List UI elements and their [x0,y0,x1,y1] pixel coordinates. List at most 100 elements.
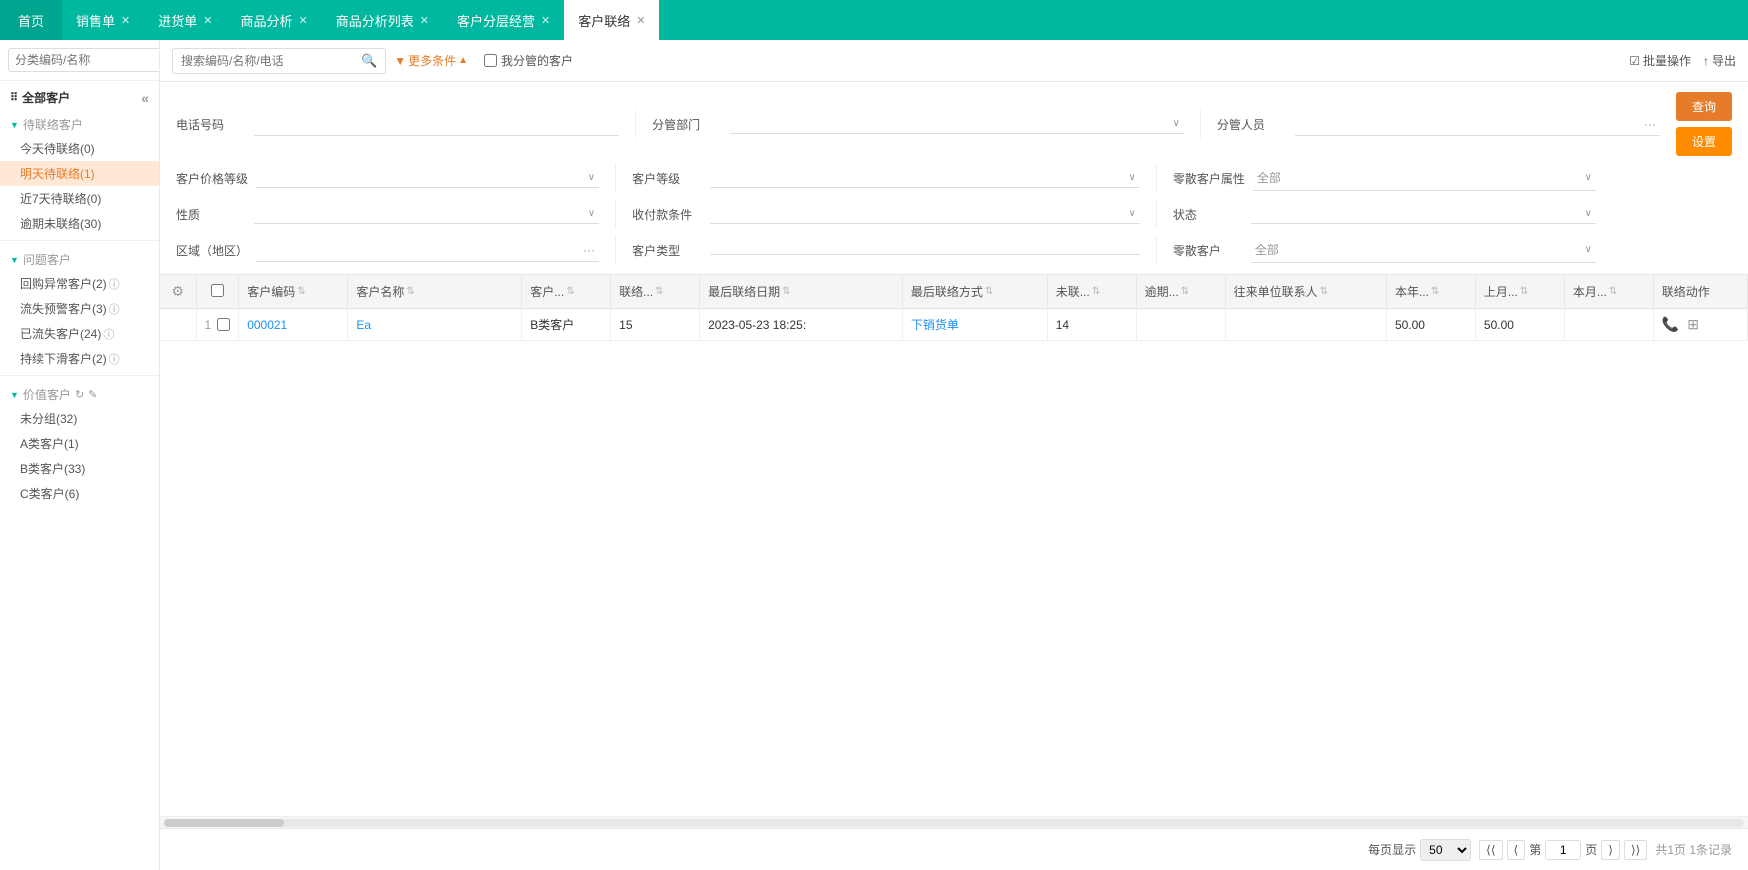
prev-page-btn[interactable]: ⟨ [1507,840,1526,860]
sidebar-item-churned[interactable]: 已流失客户(24) ⓘ [0,321,159,346]
sidebar-item-class-c[interactable]: C类客户(6) [0,481,159,506]
next-page-btn[interactable]: ⟩ [1601,840,1620,860]
chevron-down-icon-5: ∨ [588,208,595,219]
chevron-up-icon: ▲ [458,55,468,66]
batch-ops-btn[interactable]: ☑ 批量操作 [1629,52,1691,69]
col-name[interactable]: 客户名称 ⇅ [348,275,522,309]
status-select[interactable]: ∨ [1251,204,1596,224]
search-icon[interactable]: 🔍 [361,53,377,69]
col-this-year[interactable]: 本年... ⇅ [1386,275,1475,309]
filter-customer-price: 客户价格等级 ∨ [176,168,599,188]
last-method-link[interactable]: 下销货单 [911,318,959,332]
collapse-icon[interactable]: « [141,90,149,106]
filter-divider-8 [1156,236,1157,264]
sidebar-item-7day-pending[interactable]: 近7天待联络(0) [0,186,159,211]
scrollbar-track [164,819,1744,827]
table-row: 1 000021 Ea B类客户 [160,309,1748,341]
customer-price-select[interactable]: ∨ [256,168,599,188]
gender-select[interactable]: ∨ [254,204,599,224]
retail-customer-select[interactable]: 全部 ∨ [1251,237,1596,263]
sort-icon-year: ⇅ [1431,286,1439,297]
row-checkbox[interactable] [217,318,230,331]
payment-select[interactable]: ∨ [710,204,1140,224]
scrollbar-thumb[interactable] [164,819,284,827]
manager-select[interactable]: ··· [1295,113,1660,136]
filter-retail-customer: 零散客户 全部 ∨ [1173,237,1596,263]
customer-name-link[interactable]: Ea [356,318,371,332]
close-icon[interactable]: ✕ [420,14,429,27]
filter-gender: 性质 ∨ [176,204,599,224]
more-icon[interactable]: ··· [1644,117,1656,131]
close-icon[interactable]: ✕ [299,14,308,27]
customer-type-select[interactable] [710,246,1140,255]
col-contact-person[interactable]: 往来单位联系人 ⇅ [1225,275,1386,309]
row-overdue-cell [1136,309,1225,341]
sidebar-item-declining[interactable]: 持续下滑客户(2) ⓘ [0,346,159,371]
area-select[interactable]: ··· [256,239,599,262]
phone-input[interactable] [254,113,619,136]
retail-attr-select[interactable]: 全部 ∨ [1253,165,1596,191]
row-name-cell: Ea [348,309,522,341]
sidebar-search-input[interactable] [8,48,160,72]
edit-icon[interactable]: ✎ [88,388,97,401]
page-input[interactable] [1545,840,1581,860]
qr-action-icon[interactable]: ⊞ [1687,316,1699,333]
sidebar-item-churn-warning[interactable]: 流失预警客户(3) ⓘ [0,296,159,321]
col-no-contact[interactable]: 未联... ⇅ [1047,275,1136,309]
last-page-btn[interactable]: ⟩⟩ [1624,840,1647,860]
nav-sales-order[interactable]: 销售单 ✕ [62,0,144,40]
close-icon[interactable]: ✕ [203,14,212,27]
row-index-cell: 1 [196,309,239,341]
query-btn[interactable]: 查询 [1676,92,1732,121]
total-info: 共1页 1条记录 [1655,841,1732,858]
col-this-month[interactable]: 本月... ⇅ [1564,275,1653,309]
col-type[interactable]: 客户... ⇅ [522,275,611,309]
close-icon[interactable]: ✕ [636,14,645,27]
nav-purchase-order[interactable]: 进货单 ✕ [144,0,226,40]
sidebar-item-overdue-pending[interactable]: 逾期未联络(30) [0,211,159,236]
nav-product-analysis[interactable]: 商品分析 ✕ [226,0,321,40]
refresh-icon[interactable]: ↻ [75,388,84,401]
customer-level-select[interactable]: ∨ [710,168,1140,188]
close-icon[interactable]: ✕ [121,14,130,27]
dept-select[interactable]: ∨ [730,114,1184,134]
nav-customer-tier[interactable]: 客户分层经营 ✕ [443,0,564,40]
sidebar-item-class-b[interactable]: B类客户(33) [0,456,159,481]
manager-label: 分管人员 [1217,116,1287,133]
nav-customer-contact[interactable]: 客户联络 ✕ [564,0,659,40]
sort-icon-lmonth: ⇅ [1520,286,1528,297]
select-all-checkbox[interactable] [211,284,224,297]
customer-code-link[interactable]: 000021 [247,318,287,332]
my-customers-checkbox[interactable] [484,54,497,67]
set-btn[interactable]: 设置 [1676,127,1732,156]
col-last-month[interactable]: 上月... ⇅ [1475,275,1564,309]
col-overdue[interactable]: 逾期... ⇅ [1136,275,1225,309]
col-last-method[interactable]: 最后联络方式 ⇅ [902,275,1047,309]
more-icon-2[interactable]: ··· [583,243,595,257]
sidebar-item-today-pending[interactable]: 今天待联络(0) [0,136,159,161]
export-btn[interactable]: ↑ 导出 [1703,52,1736,69]
problem-group-label: ▼ 问题客户 [0,245,159,271]
nav-product-analysis-list[interactable]: 商品分析列表 ✕ [322,0,443,40]
sidebar-item-tomorrow-pending[interactable]: 明天待联络(1) [0,161,159,186]
more-conditions-btn[interactable]: ▼ 更多条件 ▲ [394,52,468,69]
col-last-date[interactable]: 最后联络日期 ⇅ [700,275,903,309]
sort-icon-tmonth: ⇅ [1609,286,1617,297]
phone-action-icon[interactable]: 📞 [1662,316,1679,333]
dept-label: 分管部门 [652,116,722,133]
col-contact-count[interactable]: 联络... ⇅ [611,275,700,309]
sort-icon-name: ⇅ [406,286,414,297]
all-customers-header[interactable]: ⠿ 全部客户 « [0,81,159,110]
sidebar-item-class-a[interactable]: A类客户(1) [0,431,159,456]
filter-row-3: 性质 ∨ 收付款条件 ∨ 状态 [176,200,1732,228]
triangle-icon-2: ▼ [10,255,19,265]
close-icon[interactable]: ✕ [541,14,550,27]
page-size-select[interactable]: 50 10 20 100 [1420,839,1471,861]
search-input[interactable] [181,54,361,68]
col-code[interactable]: 客户编码 ⇅ [239,275,348,309]
nav-home[interactable]: 首页 [0,0,62,40]
sidebar-item-unclassified[interactable]: 未分组(32) [0,406,159,431]
sidebar-item-abnormal-purchase[interactable]: 回购异常客户(2) ⓘ [0,271,159,296]
first-page-btn[interactable]: ⟨⟨ [1479,840,1502,860]
column-settings-btn[interactable]: ⚙ [171,283,184,300]
